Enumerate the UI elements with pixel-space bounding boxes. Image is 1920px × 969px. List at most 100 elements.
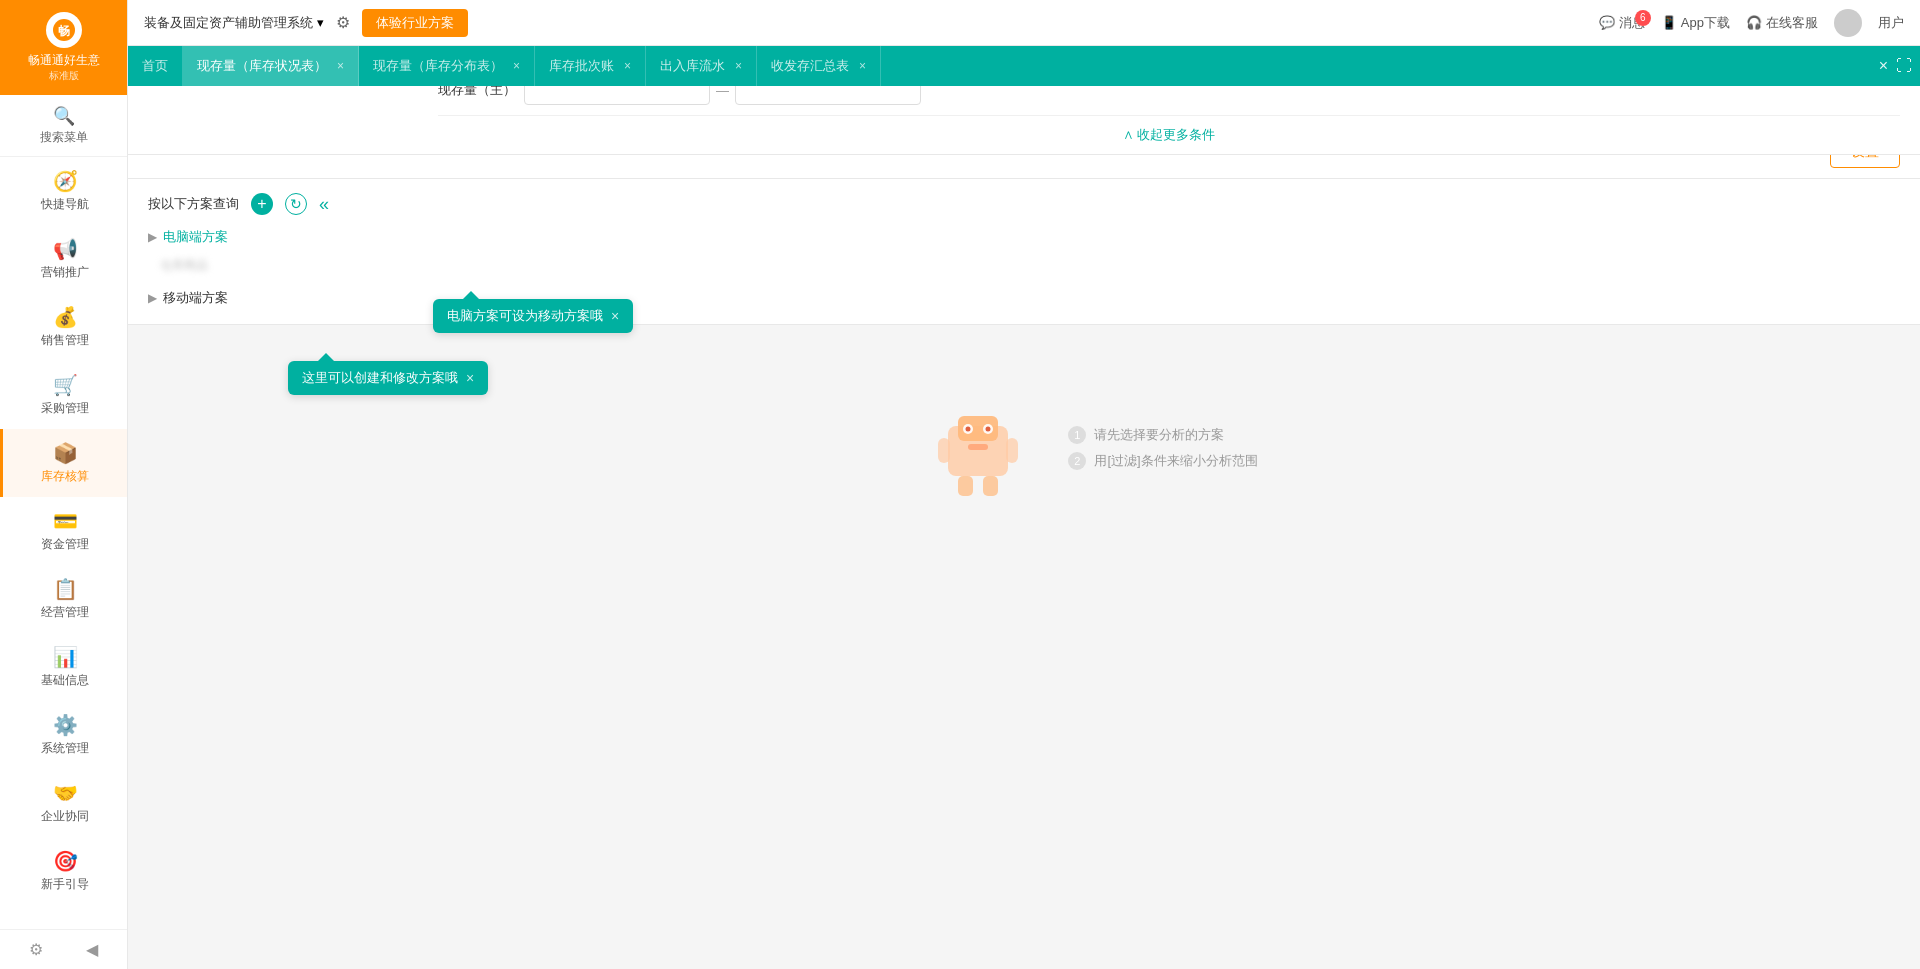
collapse-sidebar-btn[interactable]: ◀ — [86, 940, 98, 959]
quick-nav-label: 快捷导航 — [41, 196, 89, 213]
logo-icon: 畅 — [46, 12, 82, 48]
tab-inventory-status-close[interactable]: × — [337, 59, 344, 73]
tab-batch-account[interactable]: 库存批次账 × — [535, 46, 646, 86]
tab-close-all-btn[interactable]: × — [1879, 57, 1888, 75]
finance-icon: 💳 — [53, 509, 78, 533]
svg-rect-11 — [958, 476, 973, 496]
search-icon: 🔍 — [53, 105, 75, 127]
qty-main-field: — — [524, 86, 921, 105]
messages-btn[interactable]: 💬 消息 6 — [1599, 14, 1645, 32]
message-icon: 💬 — [1599, 15, 1615, 30]
svg-rect-12 — [983, 476, 998, 496]
empty-tip-2: 2 用[过滤]条件来缩小分析范围 — [1068, 452, 1257, 470]
tooltip1-arrow — [463, 291, 479, 299]
enterprise-label: 企业协同 — [41, 808, 89, 825]
marketing-icon: 📢 — [53, 237, 78, 261]
collapse-btn[interactable]: ∧ 收起更多条件 — [438, 115, 1900, 154]
sidebar-item-sales[interactable]: 💰 销售管理 — [0, 293, 127, 361]
collapse-label: 收起更多条件 — [1137, 127, 1215, 142]
sidebar-bottom: ⚙ ◀ — [0, 929, 127, 969]
guide-icon: 🎯 — [53, 849, 78, 873]
sidebar-search[interactable]: 🔍 搜索菜单 — [0, 95, 127, 157]
tooltip1-text: 电脑方案可设为移动方案哦 — [447, 307, 603, 325]
tab-inventory-dist-close[interactable]: × — [513, 59, 520, 73]
svg-text:畅: 畅 — [58, 24, 70, 38]
sidebar-nav: 🧭 快捷导航 📢 营销推广 💰 销售管理 🛒 采购管理 📦 库存核算 💳 资金管… — [0, 157, 127, 929]
sidebar-item-basic-info[interactable]: 📊 基础信息 — [0, 633, 127, 701]
purchase-label: 采购管理 — [41, 400, 89, 417]
tab-home[interactable]: 首页 — [128, 46, 183, 86]
tab-home-label: 首页 — [142, 57, 168, 75]
empty-tip-1: 1 请先选择要分析的方案 — [1068, 426, 1257, 444]
tab-receive-summary[interactable]: 收发存汇总表 × — [757, 46, 881, 86]
mobile-scheme-label: 移动端方案 — [163, 289, 228, 307]
tooltip2-close[interactable]: × — [466, 370, 474, 386]
tab-receive-summary-label: 收发存汇总表 — [771, 57, 849, 75]
system-label: 系统管理 — [41, 740, 89, 757]
empty-state: 1 请先选择要分析的方案 2 用[过滤]条件来缩小分析范围 — [256, 386, 1920, 509]
dropdown-arrow-icon: ▾ — [317, 15, 324, 30]
sidebar-item-inventory[interactable]: 📦 库存核算 — [0, 429, 127, 497]
qty-max-input[interactable] — [735, 86, 921, 105]
marketing-label: 营销推广 — [41, 264, 89, 281]
tab-bar: 首页 现存量（库存状况表） × 现存量（库存分布表） × 库存批次账 × 出入库… — [128, 46, 1920, 86]
qty-min-input[interactable] — [524, 86, 710, 105]
system-icon: ⚙️ — [53, 713, 78, 737]
phone-icon: 📱 — [1661, 15, 1677, 30]
sidebar-item-operations[interactable]: 📋 经营管理 — [0, 565, 127, 633]
enterprise-icon: 🤝 — [53, 781, 78, 805]
app-download-btn[interactable]: 📱 App下载 — [1661, 14, 1730, 32]
svg-point-6 — [966, 427, 971, 432]
sidebar-item-quick-nav[interactable]: 🧭 快捷导航 — [0, 157, 127, 225]
header-left: 装备及固定资产辅助管理系统 ▾ ⚙ 体验行业方案 — [144, 9, 468, 37]
sidebar-item-marketing[interactable]: 📢 营销推广 — [0, 225, 127, 293]
qty-dash: — — [716, 86, 729, 98]
tooltip1-close[interactable]: × — [611, 308, 619, 324]
support-btn[interactable]: 🎧 在线客服 — [1746, 14, 1818, 32]
guide-label: 新手引导 — [41, 876, 89, 893]
field-qty-main: 现存量（主） — — [438, 86, 921, 105]
quick-nav-icon: 🧭 — [53, 169, 78, 193]
sidebar-logo[interactable]: 畅 畅通通好生意 标准版 — [0, 0, 127, 95]
sidebar-item-guide[interactable]: 🎯 新手引导 — [0, 837, 127, 905]
back-arrow-btn[interactable]: « — [319, 194, 329, 215]
sales-icon: 💰 — [53, 305, 78, 329]
mobile-toggle-icon: ▶ — [148, 291, 157, 305]
tab-inventory-dist[interactable]: 现存量（库存分布表） × — [359, 46, 535, 86]
tab-expand-btn[interactable]: ⛶ — [1896, 57, 1912, 75]
scheme-tree: ▶ 电脑端方案 这里可以创建和修改方案哦 × 仓库商品 ▶ 移动端方案 — [148, 225, 1900, 310]
add-scheme-btn[interactable]: + — [251, 193, 273, 215]
tab-inout-flow[interactable]: 出入库流水 × — [646, 46, 757, 86]
scheme-pc[interactable]: ▶ 电脑端方案 — [148, 225, 1900, 249]
tab-inout-flow-close[interactable]: × — [735, 59, 742, 73]
operations-label: 经营管理 — [41, 604, 89, 621]
sidebar-item-purchase[interactable]: 🛒 采购管理 — [0, 361, 127, 429]
inventory-label: 库存核算 — [41, 468, 89, 485]
settings-bottom-btn[interactable]: ⚙ — [29, 940, 43, 959]
header: 装备及固定资产辅助管理系统 ▾ ⚙ 体验行业方案 💬 消息 6 📱 App下载 … — [128, 0, 1920, 46]
app-label: App下载 — [1681, 14, 1730, 32]
settings-icon[interactable]: ⚙ — [336, 13, 350, 32]
sidebar-item-system[interactable]: ⚙️ 系统管理 — [0, 701, 127, 769]
trial-button[interactable]: 体验行业方案 — [362, 9, 468, 37]
avatar — [1834, 9, 1862, 37]
refresh-scheme-btn[interactable]: ↻ — [285, 193, 307, 215]
logo-sub-text: 标准版 — [49, 69, 79, 83]
tooltip2-arrow — [318, 353, 334, 361]
username[interactable]: 用户 — [1878, 14, 1904, 32]
scheme-mobile[interactable]: ▶ 移动端方案 — [148, 286, 1900, 310]
finance-label: 资金管理 — [41, 536, 89, 553]
sidebar-item-finance[interactable]: 💳 资金管理 — [0, 497, 127, 565]
svg-point-7 — [986, 427, 991, 432]
filter-row-1: 按以下方案查询 + ↻ « 电脑方案可设为移动方案哦 × — [148, 193, 1900, 215]
operations-icon: 📋 — [53, 577, 78, 601]
tab-inventory-status[interactable]: 现存量（库存状况表） × — [183, 46, 359, 86]
qty-main-label: 现存量（主） — [438, 86, 516, 99]
tab-inout-flow-label: 出入库流水 — [660, 57, 725, 75]
tab-batch-account-close[interactable]: × — [624, 59, 631, 73]
sidebar-item-enterprise[interactable]: 🤝 企业协同 — [0, 769, 127, 837]
system-dropdown[interactable]: 装备及固定资产辅助管理系统 ▾ — [144, 14, 324, 32]
tab-receive-summary-close[interactable]: × — [859, 59, 866, 73]
empty-tips: 1 请先选择要分析的方案 2 用[过滤]条件来缩小分析范围 — [1068, 426, 1257, 470]
empty-illustration — [918, 386, 1038, 509]
